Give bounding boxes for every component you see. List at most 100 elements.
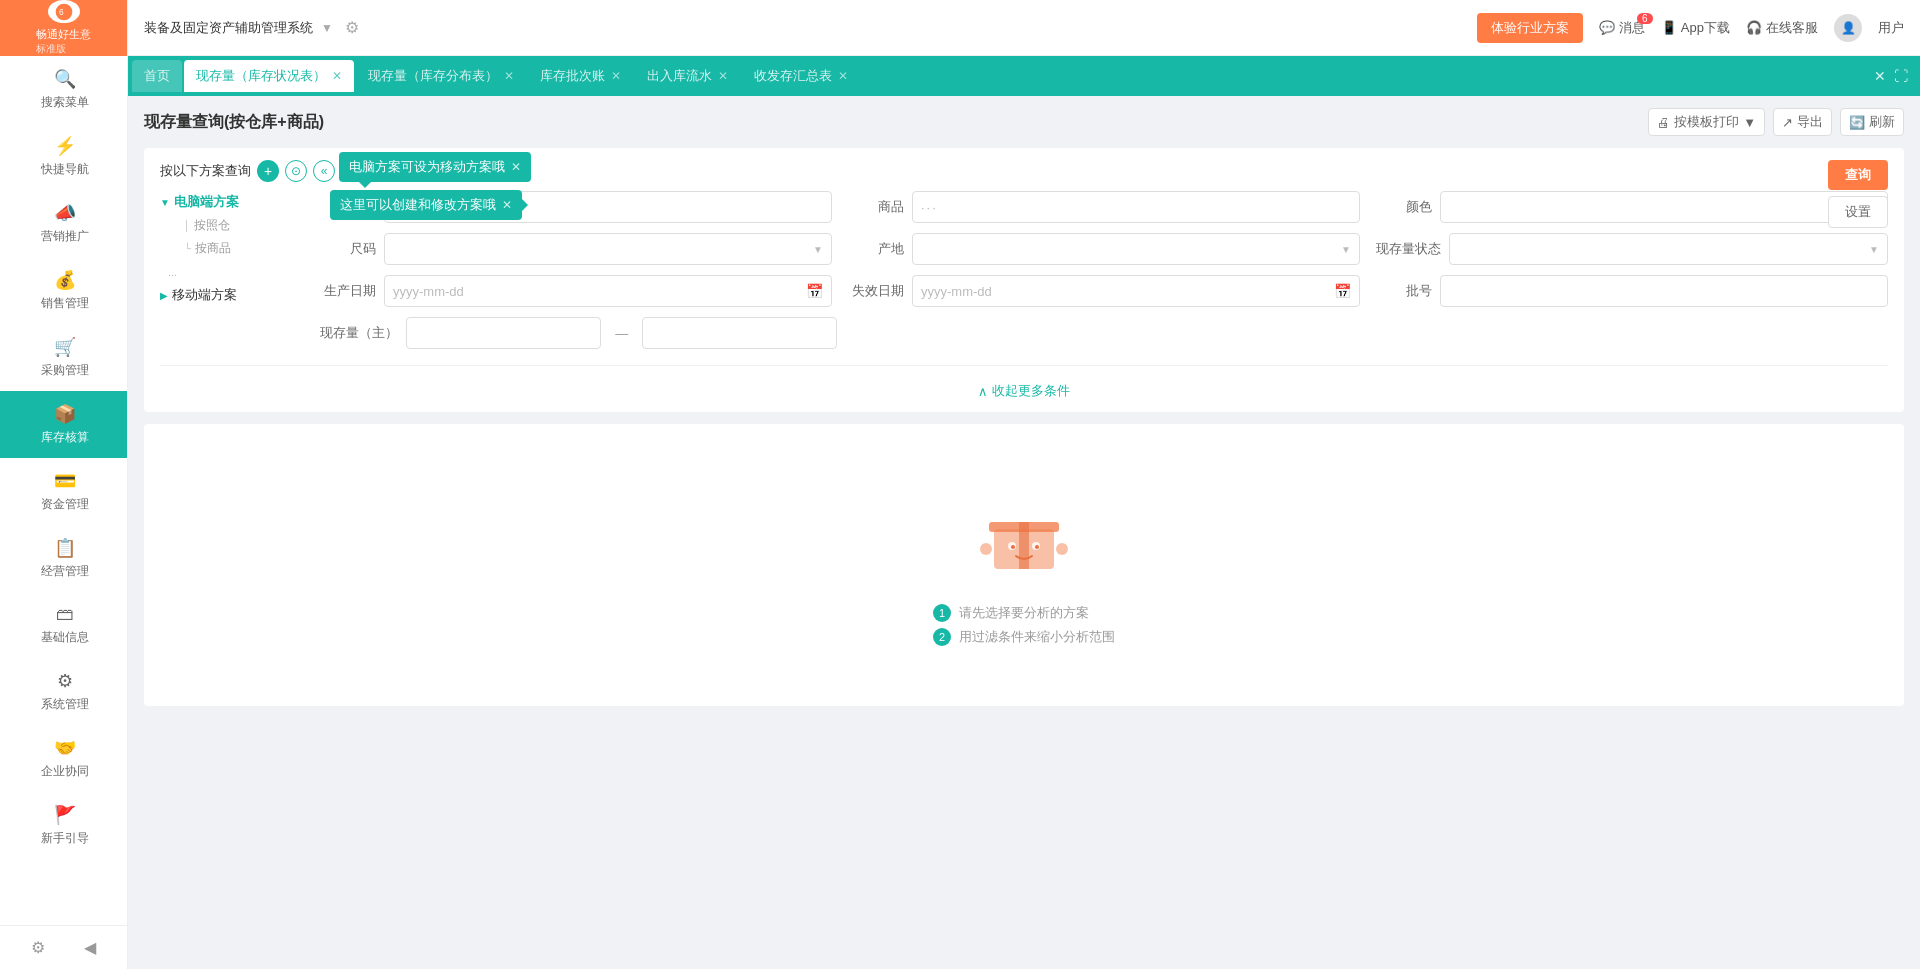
svg-point-9: [980, 543, 992, 555]
sidebar-item-inventory[interactable]: 📦 库存核算: [0, 391, 127, 458]
stock-status-input[interactable]: ▼: [1449, 233, 1888, 265]
tab-inout-flow[interactable]: 出入库流水 ✕: [635, 60, 740, 92]
online-service-btn[interactable]: 🎧 在线客服: [1746, 19, 1818, 37]
stock-range-dash: —: [615, 326, 628, 341]
message-badge: 6: [1637, 13, 1653, 24]
production-date-field[interactable]: [393, 284, 823, 299]
headset-icon: 🎧: [1746, 20, 1762, 35]
main-area: 装备及固定资产辅助管理系统 ▼ ⚙ 体验行业方案 💬 消息 6 📱 App下载 …: [128, 0, 1920, 969]
sidebar-item-purchase[interactable]: 🛒 采购管理: [0, 324, 127, 391]
system-dropdown-icon[interactable]: ▼: [321, 21, 333, 35]
query-btn[interactable]: 查询: [1828, 160, 1888, 190]
settings-icon[interactable]: ⚙: [345, 18, 359, 37]
refresh-btn[interactable]: 🔄 刷新: [1840, 108, 1904, 136]
tab-close-inventory-status[interactable]: ✕: [332, 69, 342, 83]
sidebar-item-search[interactable]: 🔍 搜索菜单: [0, 56, 127, 123]
copy-scheme-btn[interactable]: ⊙: [285, 160, 307, 182]
filter-origin: 产地 ▼: [848, 233, 1360, 265]
sidebar-item-marketing[interactable]: 📣 营销推广: [0, 190, 127, 257]
scheme-node-by-product[interactable]: └ 按商品: [184, 237, 320, 260]
guide-icon: 🚩: [54, 804, 76, 826]
topbar: 装备及固定资产辅助管理系统 ▼ ⚙ 体验行业方案 💬 消息 6 📱 App下载 …: [128, 0, 1920, 56]
empty-illustration: [974, 484, 1074, 584]
scheme-node-desktop[interactable]: ▼ 电脑端方案: [160, 190, 320, 214]
tab-receive-send[interactable]: 收发存汇总表 ✕: [742, 60, 860, 92]
filter-expiry-date: 失效日期 📅: [848, 275, 1360, 307]
collapse-btn[interactable]: ∧ 收起更多条件: [160, 374, 1888, 400]
filter-header-row: 按以下方案查询 + ⊙ « 电脑方案可设为移动方案哦 ✕: [160, 160, 1888, 182]
tab-batch[interactable]: 库存批次账 ✕: [528, 60, 633, 92]
sidebar-item-enterprise[interactable]: 🤝 企业协同: [0, 725, 127, 792]
message-btn[interactable]: 💬 消息 6: [1599, 19, 1645, 37]
add-scheme-btn[interactable]: +: [257, 160, 279, 182]
filter-color: 颜色 ▼: [1376, 191, 1888, 223]
production-date-input[interactable]: 📅: [384, 275, 832, 307]
tooltip-create-scheme: 这里可以创建和修改方案哦 ✕: [330, 190, 522, 220]
filter-stock-main: 现存量（主） —: [320, 317, 837, 349]
sidebar-item-basic[interactable]: 🗃 基础信息: [0, 592, 127, 658]
settings-bottom-btn[interactable]: ⚙: [31, 938, 45, 957]
avatar-icon: 👤: [1841, 21, 1856, 35]
tab-close-receive-send[interactable]: ✕: [838, 69, 848, 83]
filter-row3: 生产日期 📅 失效日期 📅: [320, 275, 1888, 307]
system-icon: ⚙: [57, 670, 73, 692]
origin-input[interactable]: ▼: [912, 233, 1360, 265]
tab-inventory-dist[interactable]: 现存量（库存分布表） ✕: [356, 60, 526, 92]
sidebar-item-quick[interactable]: ⚡ 快捷导航: [0, 123, 127, 190]
tab-inventory-status[interactable]: 现存量（库存状况表） ✕: [184, 60, 354, 92]
svg-point-0: [55, 3, 72, 20]
step-2-badge: 2: [933, 628, 951, 646]
trial-btn[interactable]: 体验行业方案: [1477, 13, 1583, 43]
expiry-date-field[interactable]: [921, 284, 1351, 299]
tab-maximize-btn[interactable]: ⛶: [1894, 68, 1908, 84]
size-input[interactable]: ▼: [384, 233, 832, 265]
refresh-icon: 🔄: [1849, 115, 1865, 130]
tab-close-inventory-dist[interactable]: ✕: [504, 69, 514, 83]
svg-text:6: 6: [59, 7, 64, 17]
sidebar-item-guide[interactable]: 🚩 新手引导: [0, 792, 127, 859]
production-date-icon[interactable]: 📅: [806, 283, 823, 299]
print-icon: 🖨: [1657, 115, 1670, 130]
tabbar-end: ✕ ⛶: [1874, 68, 1916, 84]
color-input[interactable]: ▼: [1440, 191, 1888, 223]
tab-close-batch[interactable]: ✕: [611, 69, 621, 83]
query-section: 查询 设置: [1828, 160, 1888, 228]
user-avatar[interactable]: 👤: [1834, 14, 1862, 42]
mobile-icon: 📱: [1661, 20, 1677, 35]
tooltip2-close[interactable]: ✕: [502, 198, 512, 212]
expiry-date-input[interactable]: 📅: [912, 275, 1360, 307]
sidebar-nav: 🔍 搜索菜单 ⚡ 快捷导航 📣 营销推广 💰 销售管理 🛒 采购管理 📦 库存核…: [0, 56, 127, 925]
reset-btn[interactable]: 设置: [1828, 196, 1888, 228]
stock-main-to-input[interactable]: [642, 317, 837, 349]
step-1-badge: 1: [933, 604, 951, 622]
batch-no-input[interactable]: [1440, 275, 1888, 307]
stock-status-dropdown-icon: ▼: [1869, 244, 1879, 255]
stock-main-from-input[interactable]: [406, 317, 601, 349]
tab-close-inout-flow[interactable]: ✕: [718, 69, 728, 83]
print-dropdown-icon: ▼: [1743, 115, 1756, 130]
product-input[interactable]: ···: [912, 191, 1360, 223]
export-btn[interactable]: ↗ 导出: [1773, 108, 1832, 136]
scheme-sub-items: │ 按照仓 └ 按商品: [160, 214, 320, 260]
expiry-date-icon[interactable]: 📅: [1334, 283, 1351, 299]
scheme-node-mobile[interactable]: ▶ 移动端方案: [160, 283, 320, 307]
system-name: 装备及固定资产辅助管理系统: [144, 19, 313, 37]
svg-rect-4: [1019, 522, 1029, 569]
sidebar-item-finance[interactable]: 💳 资金管理: [0, 458, 127, 525]
collapse-section: ∧ 收起更多条件: [160, 365, 1888, 400]
filter-row1: 仓库 ··· 商品 ··· 颜色: [320, 191, 1888, 223]
back-scheme-btn[interactable]: «: [313, 160, 335, 182]
print-btn[interactable]: 🖨 按模板打印 ▼: [1648, 108, 1765, 136]
sidebar-item-system[interactable]: ⚙ 系统管理: [0, 658, 127, 725]
app-download-btn[interactable]: 📱 App下载: [1661, 19, 1730, 37]
filter-row4: 现存量（主） —: [320, 317, 1888, 349]
empty-tips: 1 请先选择要分析的方案 2 用过滤条件来缩小分析范围: [933, 604, 1115, 646]
collapse-sidebar-btn[interactable]: ◀: [84, 938, 96, 957]
sidebar-item-operation[interactable]: 📋 经营管理: [0, 525, 127, 592]
tab-home[interactable]: 首页: [132, 60, 182, 92]
sales-icon: 💰: [54, 269, 76, 291]
tooltip1-close[interactable]: ✕: [511, 160, 521, 174]
sidebar-item-sales[interactable]: 💰 销售管理: [0, 257, 127, 324]
tab-close-all-btn[interactable]: ✕: [1874, 68, 1886, 84]
scheme-node-by-warehouse[interactable]: │ 按照仓: [184, 214, 320, 237]
